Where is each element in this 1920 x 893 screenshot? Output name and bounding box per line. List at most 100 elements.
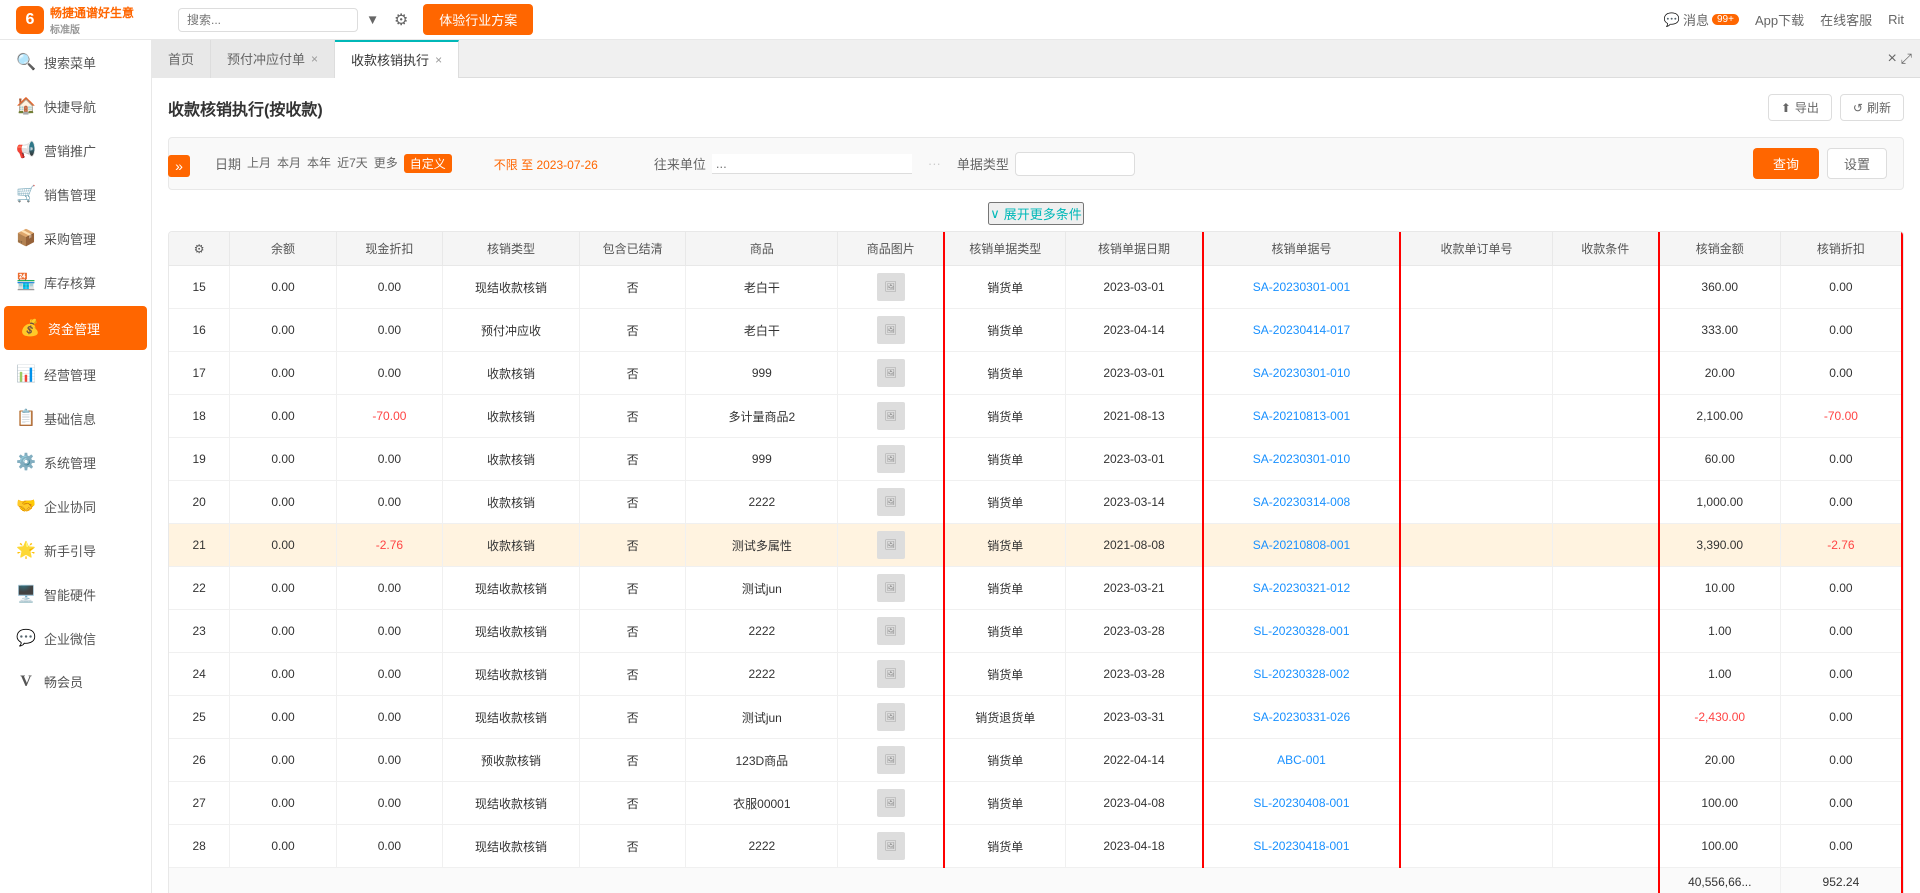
doc-no-link[interactable]: SA-20210808-001: [1253, 538, 1350, 552]
cell-balance: 0.00: [230, 696, 336, 739]
tab-writeoff[interactable]: 收款核销执行 ×: [335, 40, 459, 78]
sidebar-label: 搜索菜单: [44, 53, 96, 72]
close-tab-btn[interactable]: ×: [1887, 50, 1896, 68]
maximize-btn[interactable]: ⤢: [1901, 50, 1912, 67]
cell-receipt-order: [1400, 653, 1552, 696]
cell-balance: 0.00: [230, 782, 336, 825]
filter-bar: » 日期 上月 本月 本年 近7天 更多 自定义 不限 至 2023-07-26: [168, 137, 1904, 190]
search-input[interactable]: [178, 8, 358, 32]
cell-doc-no: SL-20230328-001: [1203, 610, 1401, 653]
online-service-link[interactable]: 在线客服: [1820, 10, 1872, 29]
dropdown-btn[interactable]: ▼: [366, 12, 379, 27]
doc-type-select[interactable]: [1015, 152, 1135, 176]
cell-product: 老白干: [686, 309, 838, 352]
doc-no-link[interactable]: SL-20230328-001: [1253, 624, 1349, 638]
th-product: 商品: [686, 232, 838, 266]
sidebar-item-basic[interactable]: 📋 基础信息: [0, 396, 151, 440]
sidebar-item-wechat[interactable]: 💬 企业微信: [0, 616, 151, 660]
sidebar-item-operations[interactable]: 📊 经营管理: [0, 352, 151, 396]
gear-btn[interactable]: ⚙: [387, 6, 415, 34]
doc-no-link[interactable]: SL-20230328-002: [1253, 667, 1349, 681]
sidebar-label: 快捷导航: [44, 97, 96, 116]
tab-prepay-close[interactable]: ×: [311, 52, 318, 66]
sidebar-label: 库存核算: [44, 273, 96, 292]
sidebar-label: 基础信息: [44, 409, 96, 428]
doc-no-link[interactable]: SL-20230408-001: [1253, 796, 1349, 810]
refresh-btn[interactable]: ↺ 刷新: [1840, 94, 1904, 121]
doc-no-link[interactable]: ABC-001: [1277, 753, 1326, 767]
settings-btn[interactable]: 设置: [1827, 148, 1887, 179]
th-receipt-cond: 收款条件: [1552, 232, 1658, 266]
this-year-btn[interactable]: 本年: [307, 154, 331, 173]
doc-no-link[interactable]: SA-20230331-026: [1253, 710, 1350, 724]
sidebar-item-search[interactable]: 🔍 搜索菜单: [0, 40, 151, 84]
sidebar: 🔍 搜索菜单 🏠 快捷导航 📢 营销推广 🛒 销售管理 📦 采购管理 🏪 库存核…: [0, 40, 152, 893]
cell-doc-type: 销货单: [944, 352, 1066, 395]
sidebar-item-quicknav[interactable]: 🏠 快捷导航: [0, 84, 151, 128]
collab-icon: 🤝: [16, 496, 36, 516]
cell-no: 19: [169, 438, 230, 481]
sidebar-item-member[interactable]: V 畅会员: [0, 660, 151, 703]
cell-product: 老白干: [686, 266, 838, 309]
filter-toggle-btn[interactable]: »: [168, 155, 190, 177]
cell-balance: 0.00: [230, 438, 336, 481]
doc-no-link[interactable]: SA-20230301-010: [1253, 366, 1350, 380]
sidebar-item-guide[interactable]: 🌟 新手引导: [0, 528, 151, 572]
sidebar-item-finance[interactable]: 💰 资金管理: [4, 306, 147, 350]
sidebar-item-marketing[interactable]: 📢 营销推广: [0, 128, 151, 172]
cell-no: 25: [169, 696, 230, 739]
cell-receipt-cond: [1552, 739, 1658, 782]
doc-no-link[interactable]: SA-20230414-017: [1253, 323, 1350, 337]
th-writeoff-discount: 核销折扣: [1780, 232, 1902, 266]
sidebar-item-sales[interactable]: 🛒 销售管理: [0, 172, 151, 216]
sidebar-item-hardware[interactable]: 🖥️ 智能硬件: [0, 572, 151, 616]
export-btn[interactable]: ⬆ 导出: [1768, 94, 1832, 121]
total-label: [169, 868, 1659, 893]
last-month-btn[interactable]: 上月: [247, 154, 271, 173]
app-download-link[interactable]: App下载: [1755, 10, 1804, 29]
custom-btn[interactable]: 自定义: [404, 154, 452, 173]
doc-no-link[interactable]: SA-20230301-010: [1253, 452, 1350, 466]
guide-icon: 🌟: [16, 540, 36, 560]
last7-btn[interactable]: 近7天: [337, 154, 368, 173]
cell-writeoff-type: 收款核销: [443, 481, 580, 524]
doc-no-link[interactable]: SL-20230418-001: [1253, 839, 1349, 853]
tab-writeoff-close[interactable]: ×: [435, 53, 442, 67]
doc-no-link[interactable]: SA-20230321-012: [1253, 581, 1350, 595]
sidebar-item-collab[interactable]: 🤝 企业协同: [0, 484, 151, 528]
cell-writeoff-type: 现结收款核销: [443, 653, 580, 696]
cell-receipt-cond: [1552, 395, 1658, 438]
solution-btn[interactable]: 体验行业方案: [423, 4, 533, 35]
sidebar-item-inventory[interactable]: 🏪 库存核算: [0, 260, 151, 304]
table-row: 28 0.00 0.00 现结收款核销 否 2222 🖼 销货单 2023-04…: [169, 825, 1902, 868]
cell-cash-discount: 0.00: [336, 653, 442, 696]
expand-conditions-btn[interactable]: ∨ 展开更多条件: [988, 202, 1084, 225]
cell-doc-no: SA-20230414-017: [1203, 309, 1401, 352]
doc-no-link[interactable]: SA-20230314-008: [1253, 495, 1350, 509]
cell-product: 测试jun: [686, 696, 838, 739]
doc-no-link[interactable]: SA-20230301-001: [1253, 280, 1350, 294]
counterpart-input[interactable]: [712, 154, 912, 174]
this-month-btn[interactable]: 本月: [277, 154, 301, 173]
cell-product-img: 🖼: [838, 825, 944, 868]
home-icon: 🏠: [16, 96, 36, 116]
cell-settled: 否: [579, 825, 685, 868]
more-btn[interactable]: 更多: [374, 154, 398, 173]
cell-doc-date: 2023-03-31: [1066, 696, 1203, 739]
product-image: 🖼: [877, 660, 905, 688]
query-btn[interactable]: 查询: [1753, 148, 1819, 179]
doc-no-link[interactable]: SA-20210813-001: [1253, 409, 1350, 423]
tab-prepay[interactable]: 预付冲应付单 ×: [211, 40, 335, 78]
cell-product-img: 🖼: [838, 309, 944, 352]
cell-doc-no: SA-20210808-001: [1203, 524, 1401, 567]
cell-balance: 0.00: [230, 825, 336, 868]
cell-settled: 否: [579, 481, 685, 524]
tab-home[interactable]: 首页: [152, 40, 211, 78]
cell-no: 15: [169, 266, 230, 309]
sidebar-item-system[interactable]: ⚙️ 系统管理: [0, 440, 151, 484]
expand-icon: ∨: [990, 206, 1000, 222]
sidebar-item-purchase[interactable]: 📦 采购管理: [0, 216, 151, 260]
sidebar-label: 企业微信: [44, 629, 96, 648]
cell-balance: 0.00: [230, 395, 336, 438]
notification-area[interactable]: 💬 消息 99+: [1664, 10, 1739, 29]
